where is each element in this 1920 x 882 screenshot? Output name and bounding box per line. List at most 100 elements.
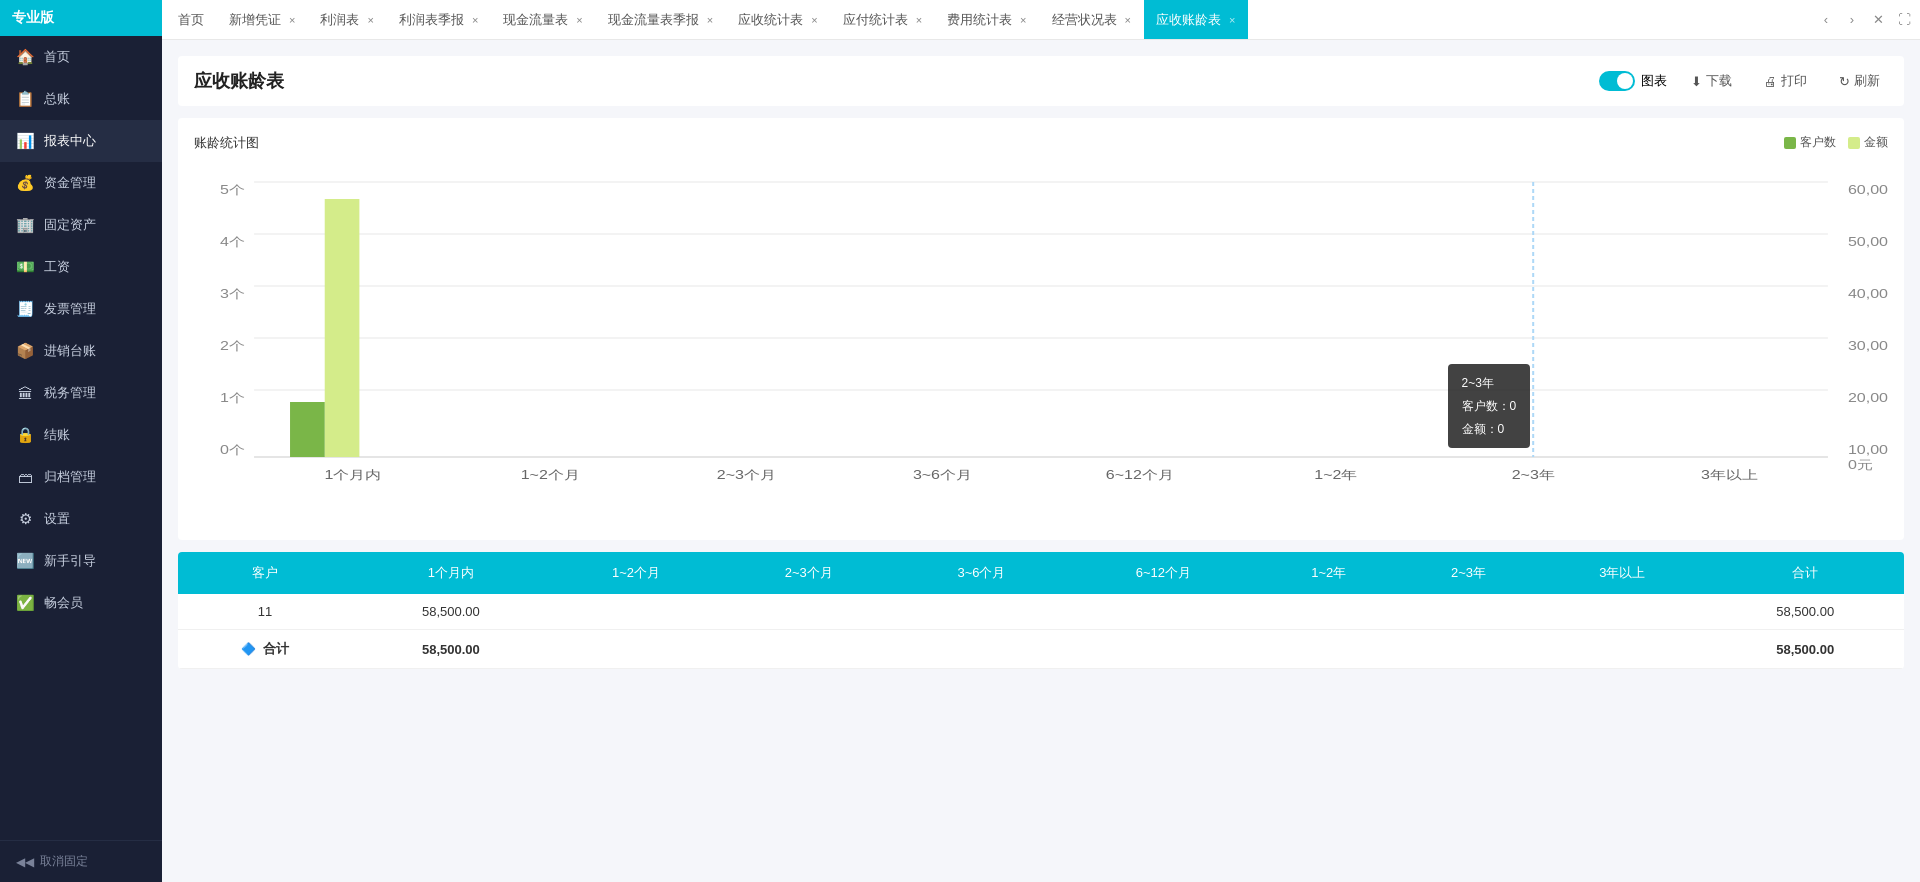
tab-profit-close[interactable]: ×: [367, 14, 373, 26]
total-m1-2: [550, 630, 723, 669]
sidebar-item-assets[interactable]: 🏢 固定资产: [0, 204, 162, 246]
chart-toggle-label: 图表: [1641, 72, 1667, 90]
tab-fullscreen-button[interactable]: ⛶: [1892, 8, 1916, 32]
sidebar-item-ledger[interactable]: 📋 总账: [0, 78, 162, 120]
cell-y1-2: [1259, 594, 1399, 630]
sidebar-item-guide[interactable]: 🆕 新手引导: [0, 540, 162, 582]
sidebar-item-reports[interactable]: 📊 报表中心: [0, 120, 162, 162]
toggle-track[interactable]: [1599, 71, 1635, 91]
cell-m1-2: [550, 594, 723, 630]
svg-text:2~3年: 2~3年: [1512, 468, 1555, 482]
total-m6-12: [1068, 630, 1259, 669]
inventory-icon: 📦: [16, 342, 34, 360]
tab-voucher-close[interactable]: ×: [289, 14, 295, 26]
chart-toggle[interactable]: 图表: [1599, 71, 1667, 91]
tab-payable-stat[interactable]: 应付统计表 ×: [831, 0, 935, 40]
svg-text:50,000.00元: 50,000.00元: [1848, 235, 1888, 249]
tab-close-all-button[interactable]: ✕: [1866, 8, 1890, 32]
svg-text:5个: 5个: [220, 183, 245, 197]
main-area: 首页 新增凭证 × 利润表 × 利润表季报 × 现金流量表 × 现金流量表季报 …: [162, 0, 1920, 882]
sidebar-label-payroll: 工资: [44, 258, 70, 276]
bar-customer-0: [290, 402, 325, 457]
tab-payable-stat-label: 应付统计表: [843, 11, 908, 29]
home-icon: 🏠: [16, 48, 34, 66]
tab-bar: 首页 新增凭证 × 利润表 × 利润表季报 × 现金流量表 × 现金流量表季报 …: [162, 0, 1920, 40]
sidebar-label-funds: 资金管理: [44, 174, 96, 192]
sidebar-item-payroll[interactable]: 💵 工资: [0, 246, 162, 288]
sidebar-item-home[interactable]: 🏠 首页: [0, 36, 162, 78]
tab-payable-stat-close[interactable]: ×: [916, 14, 922, 26]
sidebar-label-assets: 固定资产: [44, 216, 96, 234]
tab-cashflow-q-close[interactable]: ×: [707, 14, 713, 26]
tab-operation-label: 经营状况表: [1052, 11, 1117, 29]
print-button[interactable]: 🖨 打印: [1756, 68, 1815, 94]
legend-customer-label: 客户数: [1800, 134, 1836, 151]
col-m1-2: 1~2个月: [550, 552, 723, 594]
svg-text:2个: 2个: [220, 339, 245, 353]
archive-icon: 🗃: [16, 469, 34, 486]
tab-expense-stat-close[interactable]: ×: [1020, 14, 1026, 26]
tab-voucher[interactable]: 新增凭证 ×: [217, 0, 308, 40]
total-m1: 58,500.00: [352, 630, 550, 669]
tab-operation-close[interactable]: ×: [1125, 14, 1131, 26]
download-label: 下载: [1706, 72, 1732, 90]
tab-home-label: 首页: [178, 11, 204, 29]
tab-cashflow-close[interactable]: ×: [576, 14, 582, 26]
funds-icon: 💰: [16, 174, 34, 192]
legend-amount: 金额: [1848, 134, 1888, 151]
sidebar-item-tax[interactable]: 🏛 税务管理: [0, 372, 162, 414]
invoice-icon: 🧾: [16, 300, 34, 318]
app-logo: 专业版: [0, 0, 162, 36]
total-m2-3: [722, 630, 895, 669]
tab-aging-close[interactable]: ×: [1229, 14, 1235, 26]
sidebar-label-inventory: 进销台账: [44, 342, 96, 360]
tab-next-button[interactable]: ›: [1840, 8, 1864, 32]
settings-icon: ⚙: [16, 510, 34, 528]
sidebar-item-settings[interactable]: ⚙ 设置: [0, 498, 162, 540]
svg-text:3个: 3个: [220, 287, 245, 301]
refresh-button[interactable]: ↻ 刷新: [1831, 68, 1888, 94]
tab-receivable-stat[interactable]: 应收统计表 ×: [726, 0, 830, 40]
chart-svg: 5个 4个 3个 2个 1个 0个 60,000.00元 50,000.00元 …: [194, 164, 1888, 524]
tab-receivable-stat-close[interactable]: ×: [811, 14, 817, 26]
sidebar-item-inventory[interactable]: 📦 进销台账: [0, 330, 162, 372]
tab-cashflow-q-label: 现金流量表季报: [608, 11, 699, 29]
sidebar-item-invoice[interactable]: 🧾 发票管理: [0, 288, 162, 330]
total-y1-2: [1259, 630, 1399, 669]
sidebar-footer-collapse[interactable]: ◀◀ 取消固定: [0, 840, 162, 882]
tab-profit-q[interactable]: 利润表季报 ×: [387, 0, 491, 40]
tab-voucher-label: 新增凭证: [229, 11, 281, 29]
total-total: 58,500.00: [1706, 630, 1904, 669]
svg-text:20,000.00元: 20,000.00元: [1848, 391, 1888, 405]
svg-text:30,000.00元: 30,000.00元: [1848, 339, 1888, 353]
total-y3plus: [1538, 630, 1706, 669]
svg-text:6~12个月: 6~12个月: [1106, 468, 1174, 482]
page-content: 应收账龄表 图表 ⬇ 下载 🖨 打印 ↻ 刷新: [162, 40, 1920, 882]
page-title: 应收账龄表: [194, 69, 284, 93]
svg-text:2~3个月: 2~3个月: [717, 468, 776, 482]
tab-aging[interactable]: 应收账龄表 ×: [1144, 0, 1248, 40]
print-icon: 🖨: [1764, 74, 1777, 89]
sidebar: 专业版 🏠 首页 📋 总账 📊 报表中心 💰 资金管理 🏢 固定资产 💵 工资 …: [0, 0, 162, 882]
tab-cashflow-q[interactable]: 现金流量表季报 ×: [596, 0, 726, 40]
tab-prev-button[interactable]: ‹: [1814, 8, 1838, 32]
tab-cashflow[interactable]: 现金流量表 ×: [491, 0, 595, 40]
tab-home[interactable]: 首页: [166, 0, 217, 40]
tab-profit-q-close[interactable]: ×: [472, 14, 478, 26]
chart-card: 账龄统计图 客户数 金额 5个 4个 3个 2个: [178, 118, 1904, 540]
tab-expense-stat[interactable]: 费用统计表 ×: [935, 0, 1039, 40]
sidebar-label-member: 畅会员: [44, 594, 83, 612]
svg-text:3~6个月: 3~6个月: [913, 468, 972, 482]
sidebar-label-guide: 新手引导: [44, 552, 96, 570]
download-button[interactable]: ⬇ 下载: [1683, 68, 1740, 94]
sidebar-item-member[interactable]: ✅ 畅会员: [0, 582, 162, 624]
sidebar-item-funds[interactable]: 💰 资金管理: [0, 162, 162, 204]
sidebar-item-close[interactable]: 🔒 结账: [0, 414, 162, 456]
tab-operation[interactable]: 经营状况表 ×: [1040, 0, 1144, 40]
sidebar-item-archive[interactable]: 🗃 归档管理: [0, 456, 162, 498]
bar-amount-0: [325, 199, 360, 457]
tax-icon: 🏛: [16, 385, 34, 402]
cell-total: 58,500.00: [1706, 594, 1904, 630]
collapse-label: 取消固定: [40, 853, 88, 870]
tab-profit[interactable]: 利润表 ×: [308, 0, 386, 40]
